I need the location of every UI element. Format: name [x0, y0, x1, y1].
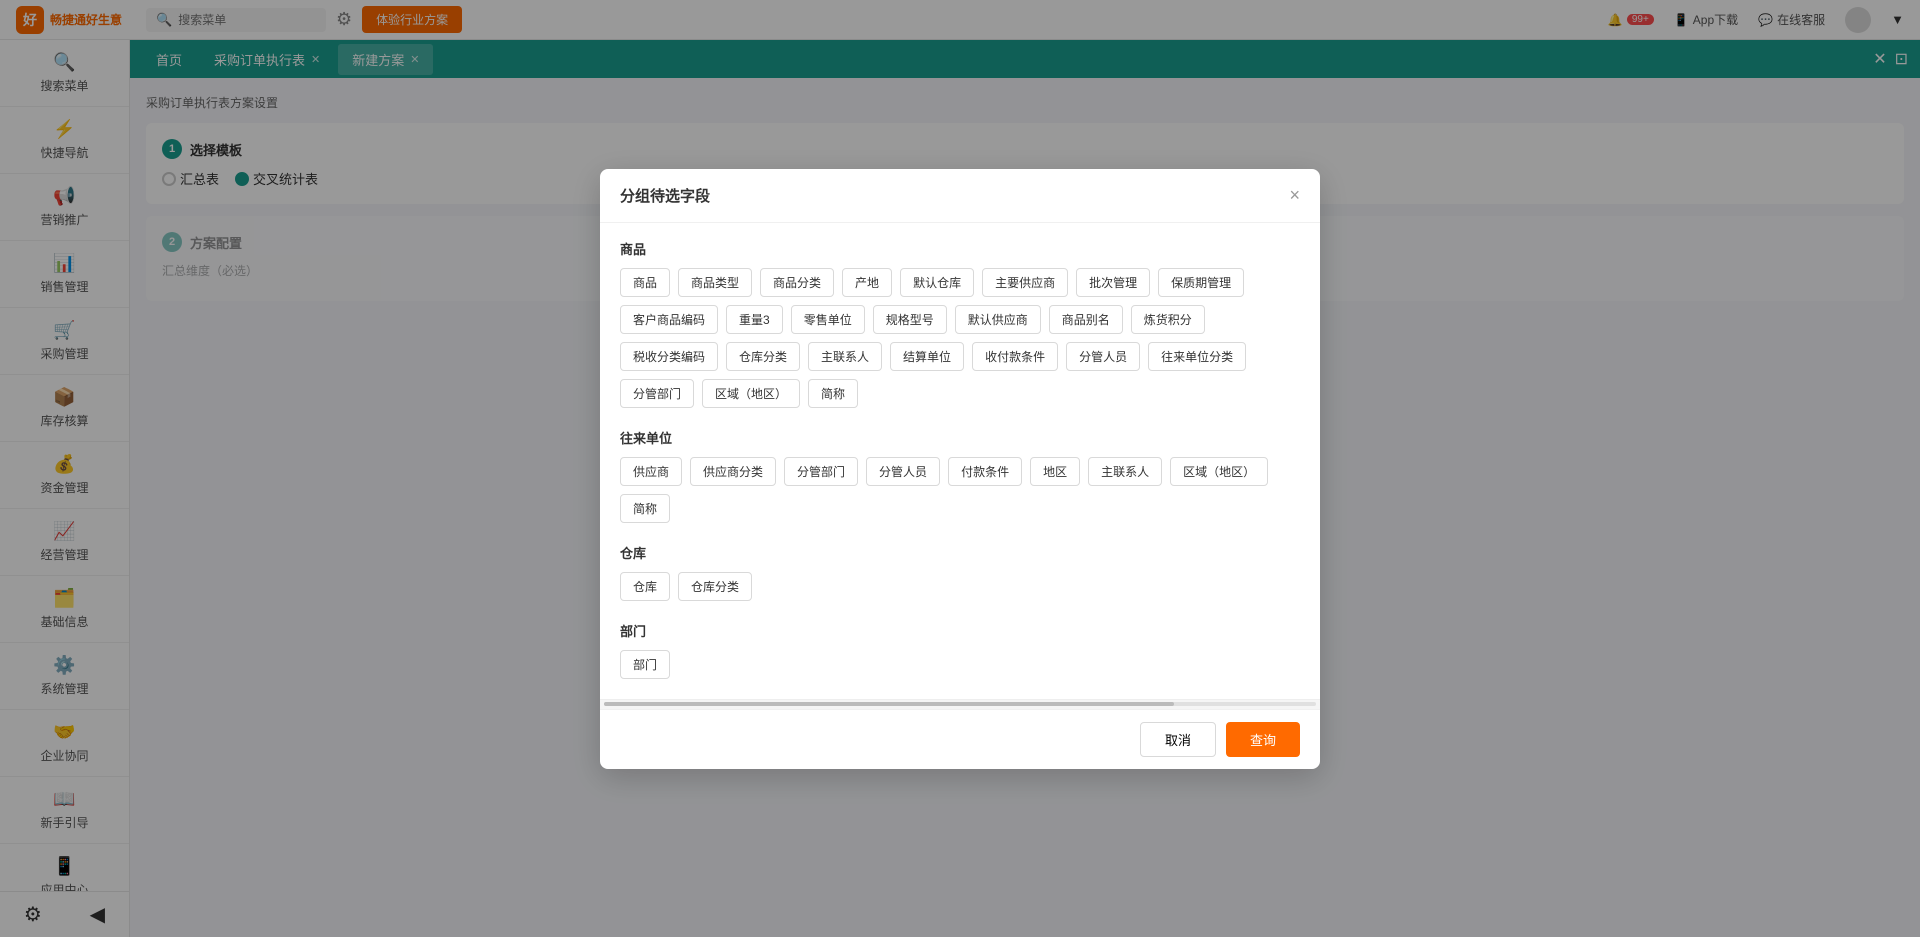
field-tag-partner-1[interactable]: 供应商分类 [690, 457, 776, 486]
field-group-title-department: 部门 [620, 621, 1300, 640]
modal-close-btn[interactable]: × [1289, 185, 1300, 206]
field-tag-product-2[interactable]: 商品分类 [760, 268, 834, 297]
field-tag-product-11[interactable]: 规格型号 [873, 305, 947, 334]
field-tag-product-9[interactable]: 重量3 [726, 305, 783, 334]
field-tag-product-7[interactable]: 保质期管理 [1158, 268, 1244, 297]
field-tag-product-12[interactable]: 默认供应商 [955, 305, 1041, 334]
field-tag-partner-4[interactable]: 付款条件 [948, 457, 1022, 486]
field-tag-product-4[interactable]: 默认仓库 [900, 268, 974, 297]
field-group-department: 部门部门 [620, 621, 1300, 679]
field-tag-product-22[interactable]: 分管部门 [620, 379, 694, 408]
field-tag-product-13[interactable]: 商品别名 [1049, 305, 1123, 334]
modal: 分组待选字段 × 商品商品商品类型商品分类产地默认仓库主要供应商批次管理保质期管… [600, 169, 1320, 769]
field-tag-partner-2[interactable]: 分管部门 [784, 457, 858, 486]
field-tag-partner-6[interactable]: 主联系人 [1088, 457, 1162, 486]
field-tag-product-14[interactable]: 炼货积分 [1131, 305, 1205, 334]
field-tags-product: 商品商品类型商品分类产地默认仓库主要供应商批次管理保质期管理客户商品编码重量3 零… [620, 268, 1300, 408]
field-tag-product-3[interactable]: 产地 [842, 268, 892, 297]
field-tag-partner-7[interactable]: 区域（地区） [1170, 457, 1268, 486]
field-tag-warehouse-0[interactable]: 仓库 [620, 572, 670, 601]
modal-body[interactable]: 商品商品商品类型商品分类产地默认仓库主要供应商批次管理保质期管理客户商品编码重量… [600, 223, 1320, 699]
field-tag-product-24[interactable]: 简称 [808, 379, 858, 408]
field-tag-product-17[interactable]: 主联系人 [808, 342, 882, 371]
modal-title: 分组待选字段 [620, 185, 710, 206]
modal-hscrollbar[interactable] [600, 699, 1320, 709]
modal-header: 分组待选字段 × [600, 169, 1320, 223]
confirm-button[interactable]: 查询 [1226, 722, 1300, 757]
field-tag-product-15[interactable]: 税收分类编码 [620, 342, 718, 371]
field-tag-product-0[interactable]: 商品 [620, 268, 670, 297]
field-tag-product-20[interactable]: 分管人员 [1066, 342, 1140, 371]
field-tag-product-21[interactable]: 往来单位分类 [1148, 342, 1246, 371]
field-tag-product-6[interactable]: 批次管理 [1076, 268, 1150, 297]
field-tag-product-19[interactable]: 收付款条件 [972, 342, 1058, 371]
field-tag-product-10[interactable]: 零售单位 [791, 305, 865, 334]
field-group-title-warehouse: 仓库 [620, 543, 1300, 562]
field-group-title-product: 商品 [620, 239, 1300, 258]
field-tag-product-5[interactable]: 主要供应商 [982, 268, 1068, 297]
field-group-partner: 往来单位供应商供应商分类分管部门分管人员付款条件地区主联系人区域（地区） 简称 [620, 428, 1300, 523]
field-group-product: 商品商品商品类型商品分类产地默认仓库主要供应商批次管理保质期管理客户商品编码重量… [620, 239, 1300, 408]
field-tag-warehouse-1[interactable]: 仓库分类 [678, 572, 752, 601]
cancel-button[interactable]: 取消 [1140, 722, 1216, 757]
field-tag-partner-3[interactable]: 分管人员 [866, 457, 940, 486]
field-tag-product-16[interactable]: 仓库分类 [726, 342, 800, 371]
field-group-warehouse: 仓库仓库仓库分类 [620, 543, 1300, 601]
field-tag-partner-0[interactable]: 供应商 [620, 457, 682, 486]
modal-overlay: 分组待选字段 × 商品商品商品类型商品分类产地默认仓库主要供应商批次管理保质期管… [0, 0, 1920, 937]
field-tags-department: 部门 [620, 650, 1300, 679]
field-tag-product-23[interactable]: 区域（地区） [702, 379, 800, 408]
field-tag-partner-8[interactable]: 简称 [620, 494, 670, 523]
field-tags-partner: 供应商供应商分类分管部门分管人员付款条件地区主联系人区域（地区） 简称 [620, 457, 1300, 523]
field-tag-department-0[interactable]: 部门 [620, 650, 670, 679]
field-group-title-partner: 往来单位 [620, 428, 1300, 447]
field-tag-product-8[interactable]: 客户商品编码 [620, 305, 718, 334]
field-tags-warehouse: 仓库仓库分类 [620, 572, 1300, 601]
modal-footer: 取消 查询 [600, 709, 1320, 769]
field-tag-product-1[interactable]: 商品类型 [678, 268, 752, 297]
field-tag-partner-5[interactable]: 地区 [1030, 457, 1080, 486]
field-tag-product-18[interactable]: 结算单位 [890, 342, 964, 371]
